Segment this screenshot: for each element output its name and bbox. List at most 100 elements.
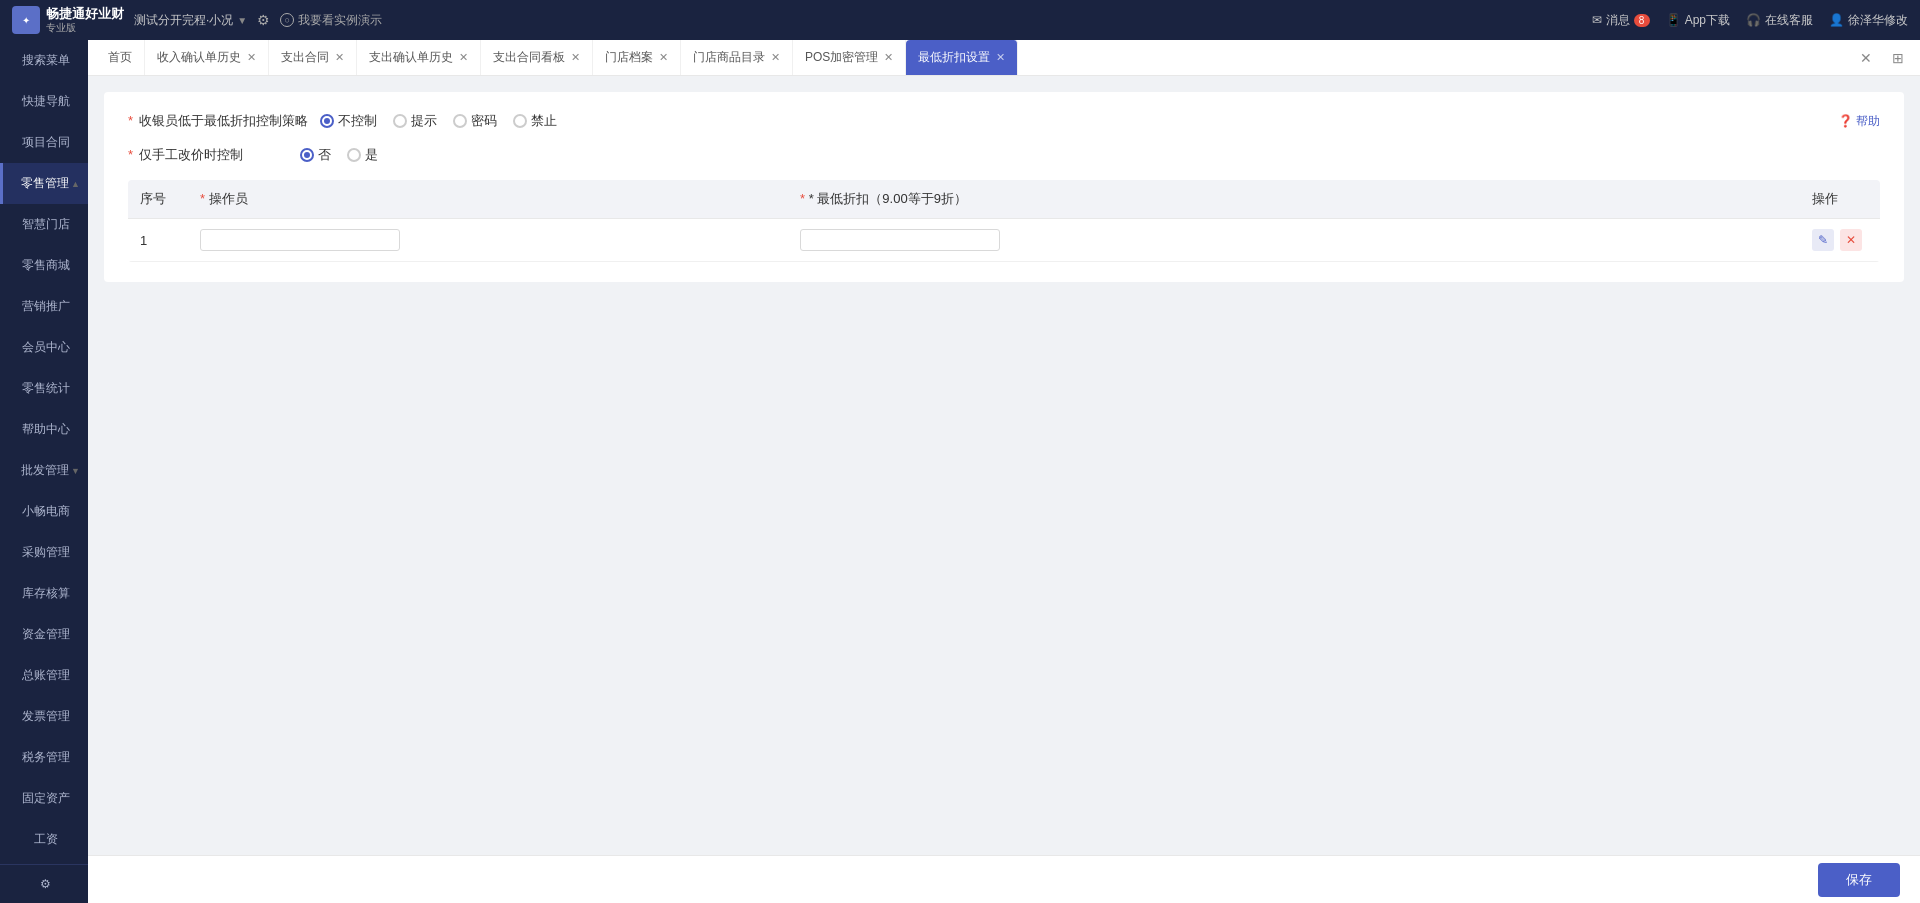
sidebar-item-wholesale-mgmt[interactable]: 批发管理 ▼ (0, 450, 88, 491)
tab-payment-contract[interactable]: 支出合同 ✕ (269, 40, 357, 76)
sidebar-item-invoice-mgmt[interactable]: 发票管理 (0, 696, 88, 737)
user-item[interactable]: 👤 徐泽华修改 (1829, 12, 1908, 29)
close-icon[interactable]: ✕ (884, 51, 893, 64)
delete-btn[interactable]: ✕ (1840, 229, 1862, 251)
user-avatar: 👤 (1829, 13, 1844, 27)
sidebar-label-tax-mgmt: 税务管理 (22, 749, 70, 766)
tab-min-discount-label: 最低折扣设置 (918, 49, 990, 66)
sidebar-item-retail-mgmt[interactable]: 零售管理 ▲ (0, 163, 88, 204)
sidebar-item-project-contract[interactable]: 项目合同 (0, 122, 88, 163)
close-icon[interactable]: ✕ (335, 51, 344, 64)
required-mark: * (128, 113, 133, 128)
project-name: 测试分开完程·小况 (134, 12, 233, 29)
close-icon[interactable]: ✕ (771, 51, 780, 64)
sidebar-label-member-center: 会员中心 (22, 339, 70, 356)
tab-payment-confirm[interactable]: 支出确认单历史 ✕ (357, 40, 481, 76)
operator-input[interactable] (200, 229, 400, 251)
radio-forbidden[interactable]: 禁止 (513, 112, 557, 130)
tab-store-products-label: 门店商品目录 (693, 49, 765, 66)
col-discount-text: * 最低折扣（9.00等于9折） (809, 191, 967, 206)
sidebar-item-quick-nav[interactable]: 快捷导航 (0, 81, 88, 122)
sidebar-item-member-center[interactable]: 会员中心 (0, 327, 88, 368)
sidebar-item-ecommerce[interactable]: 小畅电商 (0, 491, 88, 532)
sidebar-item-payroll[interactable]: 工资 (0, 819, 88, 860)
close-icon[interactable]: ✕ (571, 51, 580, 64)
tab-pos-security[interactable]: POS加密管理 ✕ (793, 40, 906, 76)
close-icon[interactable]: ✕ (459, 51, 468, 64)
radio-no-control[interactable]: 不控制 (320, 112, 377, 130)
sidebar-label-wholesale-mgmt: 批发管理 (19, 462, 71, 479)
sidebar-item-smart-store[interactable]: 智慧门店 (0, 204, 88, 245)
sidebar-settings-btn[interactable]: ⚙ (0, 865, 88, 903)
sidebar-item-marketing[interactable]: 营销推广 (0, 286, 88, 327)
tab-income-confirm[interactable]: 收入确认单历史 ✕ (145, 40, 269, 76)
sidebar-label-payroll: 工资 (34, 831, 58, 848)
sidebar: 搜索菜单 快捷导航 项目合同 零售管理 ▲ 智慧门店 零售商城 营销推广 会员中… (0, 40, 88, 903)
tabbar: 首页 收入确认单历史 ✕ 支出合同 ✕ 支出确认单历史 ✕ 支出合同看板 ✕ 门… (88, 40, 1920, 76)
radio-password[interactable]: 密码 (453, 112, 497, 130)
discount-table-element: 序号 * 操作员 * * 最低折扣（9.00等于9折） 操作 (128, 180, 1880, 262)
sidebar-item-fixed-assets[interactable]: 固定资产 (0, 778, 88, 819)
message-icon: ✉ (1592, 13, 1602, 27)
discount-input[interactable] (800, 229, 1000, 251)
demo-circle-icon: ○ (280, 13, 294, 27)
tab-payment-board[interactable]: 支出合同看板 ✕ (481, 40, 593, 76)
sidebar-item-help-center[interactable]: 帮助中心 (0, 409, 88, 450)
expand-tabs-btn[interactable]: ⊞ (1884, 44, 1912, 72)
sidebar-item-tax-mgmt[interactable]: 税务管理 (0, 737, 88, 778)
col-header-seq: 序号 (128, 180, 188, 219)
sidebar-item-inventory[interactable]: 库存核算 (0, 573, 88, 614)
radio-no[interactable]: 否 (300, 146, 331, 164)
tab-store-files[interactable]: 门店档案 ✕ (593, 40, 681, 76)
sidebar-label-smart-store: 智慧门店 (22, 216, 70, 233)
sidebar-label-capital-mgmt: 资金管理 (22, 626, 70, 643)
tab-min-discount[interactable]: 最低折扣设置 ✕ (906, 40, 1018, 76)
demo-link[interactable]: ○ 我要看实例演示 (280, 12, 382, 29)
sidebar-label-inventory: 库存核算 (22, 585, 70, 602)
customer-service-label: 在线客服 (1765, 12, 1813, 29)
edit-btn[interactable]: ✎ (1812, 229, 1834, 251)
close-tab-btn[interactable]: ✕ (1852, 44, 1880, 72)
control-strategy-row: * 收银员低于最低折扣控制策略 不控制 提示 (128, 112, 1880, 130)
radio-prompt[interactable]: 提示 (393, 112, 437, 130)
sidebar-item-retail-mall[interactable]: 零售商城 (0, 245, 88, 286)
radio-circle-prompt (393, 114, 407, 128)
chevron-up-icon: ▲ (71, 179, 80, 189)
help-link[interactable]: ❓ 帮助 (1838, 113, 1880, 130)
tab-payment-board-label: 支出合同看板 (493, 49, 565, 66)
project-selector[interactable]: 测试分开完程·小况 ▼ (134, 12, 247, 29)
chevron-down-icon: ▼ (71, 466, 80, 476)
tab-store-files-label: 门店档案 (605, 49, 653, 66)
sidebar-item-purchase-mgmt[interactable]: 采购管理 (0, 532, 88, 573)
sidebar-item-capital-mgmt[interactable]: 资金管理 (0, 614, 88, 655)
help-text: 帮助 (1856, 113, 1880, 130)
app-download-item[interactable]: 📱 App下载 (1666, 12, 1730, 29)
messages-item[interactable]: ✉ 消息 8 (1592, 12, 1650, 29)
table-row: 1 ✎ ✕ (128, 219, 1880, 262)
topbar-settings-icon[interactable]: ⚙ (257, 12, 270, 28)
close-icon[interactable]: ✕ (247, 51, 256, 64)
radio-circle-forbidden (513, 114, 527, 128)
sidebar-label-quick-nav: 快捷导航 (22, 93, 70, 110)
sidebar-item-search-menu[interactable]: 搜索菜单 (0, 40, 88, 81)
tab-store-products[interactable]: 门店商品目录 ✕ (681, 40, 793, 76)
table-header-row: 序号 * 操作员 * * 最低折扣（9.00等于9折） 操作 (128, 180, 1880, 219)
sidebar-label-search-menu: 搜索菜单 (22, 52, 70, 69)
messages-label: 消息 (1606, 12, 1630, 29)
logo-sub: 专业版 (46, 22, 124, 34)
footer-bar: 保存 (88, 855, 1920, 903)
sidebar-label-fixed-assets: 固定资产 (22, 790, 70, 807)
manual-price-options: 否 是 (300, 146, 378, 164)
save-button[interactable]: 保存 (1818, 863, 1900, 897)
customer-service-item[interactable]: 🎧 在线客服 (1746, 12, 1813, 29)
gear-icon: ⚙ (40, 877, 51, 891)
sidebar-item-ledger-mgmt[interactable]: 总账管理 (0, 655, 88, 696)
sidebar-item-retail-stats[interactable]: 零售统计 (0, 368, 88, 409)
control-strategy-label: * 收银员低于最低折扣控制策略 (128, 112, 308, 130)
close-icon[interactable]: ✕ (659, 51, 668, 64)
radio-circle-no (300, 148, 314, 162)
tab-home[interactable]: 首页 (96, 40, 145, 76)
col-operator-text: 操作员 (209, 191, 248, 206)
close-icon[interactable]: ✕ (996, 51, 1005, 64)
radio-yes[interactable]: 是 (347, 146, 378, 164)
